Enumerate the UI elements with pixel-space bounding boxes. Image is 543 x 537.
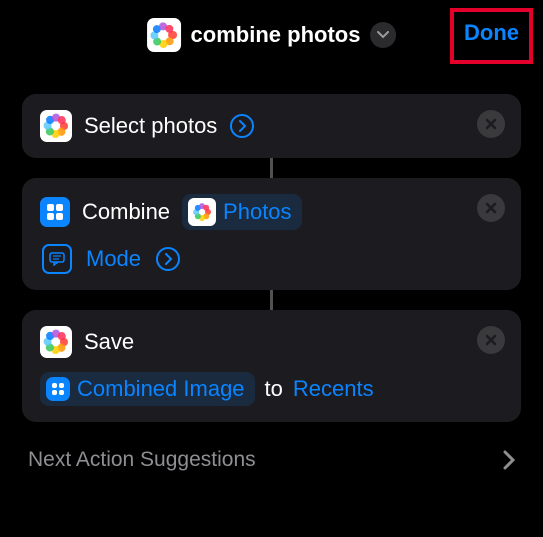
action-save[interactable]: Save Combined Image to Recents xyxy=(22,310,521,422)
suggestions-label: Next Action Suggestions xyxy=(28,448,256,472)
chevron-down-icon xyxy=(377,31,389,39)
disclosure-icon[interactable] xyxy=(229,113,255,139)
photos-app-icon xyxy=(40,326,72,358)
done-button[interactable]: Done xyxy=(464,20,519,46)
close-icon xyxy=(485,334,497,346)
token-label: Combined Image xyxy=(77,376,245,402)
combine-icon xyxy=(40,197,70,227)
photos-app-icon xyxy=(40,110,72,142)
done-highlight-box: Done xyxy=(450,8,533,64)
close-icon xyxy=(485,202,497,214)
connector-line xyxy=(270,290,273,310)
remove-action-button[interactable] xyxy=(477,110,505,138)
connector-line xyxy=(270,158,273,178)
action-title: Combine xyxy=(82,199,170,225)
remove-action-button[interactable] xyxy=(477,326,505,354)
next-action-suggestions[interactable]: Next Action Suggestions xyxy=(0,422,543,472)
close-icon xyxy=(485,118,497,130)
title-menu-button[interactable] xyxy=(370,22,396,48)
remove-action-button[interactable] xyxy=(477,194,505,222)
destination-link[interactable]: Recents xyxy=(293,376,374,402)
variable-token-combined-image[interactable]: Combined Image xyxy=(40,372,255,406)
join-text: to xyxy=(265,376,283,402)
variable-token-photos[interactable]: Photos xyxy=(182,194,302,230)
disclosure-icon[interactable] xyxy=(155,246,181,272)
chevron-right-icon xyxy=(503,450,515,470)
shortcut-title-group[interactable]: combine photos xyxy=(147,18,397,52)
action-combine[interactable]: Combine Photos xyxy=(22,178,521,290)
action-select-photos[interactable]: Select photos xyxy=(22,94,521,158)
action-title: Select photos xyxy=(84,113,217,139)
token-label: Photos xyxy=(223,199,292,225)
header: combine photos Done xyxy=(0,0,543,70)
mode-label[interactable]: Mode xyxy=(86,246,141,272)
shortcut-title: combine photos xyxy=(191,22,361,48)
mode-icon xyxy=(42,244,72,274)
photos-app-icon xyxy=(188,198,216,226)
action-title: Save xyxy=(84,329,134,355)
photos-app-icon xyxy=(147,18,181,52)
workflow-canvas: Select photos Combine xyxy=(0,70,543,422)
combine-icon xyxy=(46,377,70,401)
